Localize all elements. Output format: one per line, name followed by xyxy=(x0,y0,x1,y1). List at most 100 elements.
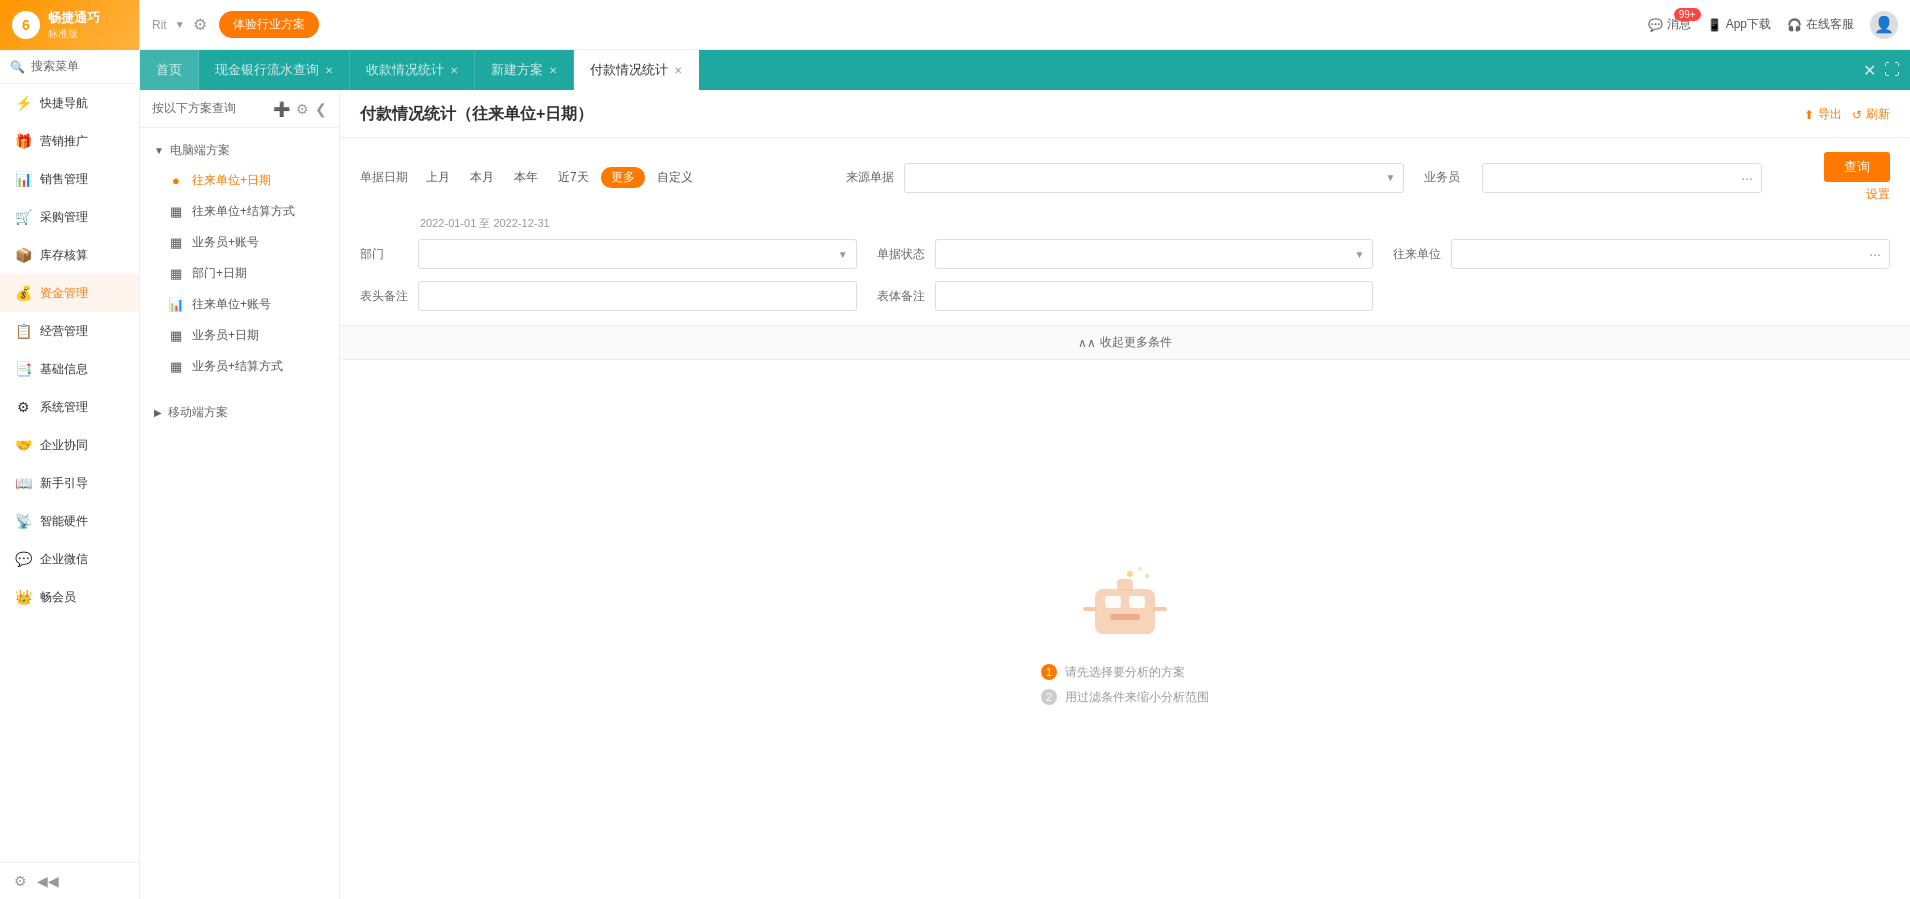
svg-rect-0 xyxy=(1095,589,1155,634)
note-body-label: 表体备注 xyxy=(877,288,927,305)
sidebar-item-sales[interactable]: 📊 销售管理 xyxy=(0,160,139,198)
tree-pc: ▼ 电脑端方案 ● 往来单位+日期 ▦ 往来单位+结算方式 ▦ 业务员+账号 ▦ xyxy=(140,128,339,390)
tree-item-staff-settle[interactable]: ▦ 业务员+结算方式 xyxy=(140,351,339,382)
plan-settings-icon[interactable]: ⚙ xyxy=(296,101,309,117)
filter-area: 单据日期 上月 本月 本年 近7天 更多 自定义 来源单据 xyxy=(340,138,1910,326)
note-body-input[interactable] xyxy=(935,281,1374,311)
avatar[interactable]: 👤 xyxy=(1870,11,1898,39)
tab-bank[interactable]: 现金银行流水查询 ✕ xyxy=(199,50,350,90)
filter-row-2: 部门 ▼ 单据状态 ▼ 往来单位 xyxy=(360,239,1890,269)
status-select[interactable]: ▼ xyxy=(935,239,1374,269)
unit-filter-label: 往来单位 xyxy=(1393,246,1443,263)
tree-item-dept-date[interactable]: ▦ 部门+日期 xyxy=(140,258,339,289)
main-area: Rit ▼ ⚙ 体验行业方案 💬 消息 99+ 📱 App下载 🎧 在线客服 👤… xyxy=(140,0,1910,899)
export-btn[interactable]: ⬆ 导出 xyxy=(1804,106,1842,123)
tree-item-unit-account[interactable]: 📊 往来单位+账号 xyxy=(140,289,339,320)
wechat-icon: 💬 xyxy=(14,550,32,568)
tab-receipt-close-icon[interactable]: ✕ xyxy=(450,65,458,76)
guide-icon: 📖 xyxy=(14,474,32,492)
staff-dots-icon[interactable]: ··· xyxy=(1741,170,1753,186)
empty-icon xyxy=(1075,554,1175,654)
sidebar-item-quick-nav[interactable]: ⚡ 快捷导航 xyxy=(0,84,139,122)
date-btn-last-month[interactable]: 上月 xyxy=(418,167,458,188)
svg-point-7 xyxy=(1127,571,1133,577)
service-icon: 🎧 xyxy=(1787,18,1802,32)
date-btn-this-year[interactable]: 本年 xyxy=(506,167,546,188)
unit-select[interactable]: ··· xyxy=(1451,239,1890,269)
hardware-icon: 📡 xyxy=(14,512,32,530)
collapse-bar[interactable]: ∧∧ 收起更多条件 xyxy=(340,326,1910,360)
sidebar-item-hardware[interactable]: 📡 智能硬件 xyxy=(0,502,139,540)
tab-home[interactable]: 首页 xyxy=(140,50,199,90)
source-select-arrow-icon: ▼ xyxy=(1385,172,1395,183)
inventory-icon: 📦 xyxy=(14,246,32,264)
tab-payment[interactable]: 付款情况统计 ✕ xyxy=(574,50,699,90)
settings-link[interactable]: 设置 xyxy=(1866,186,1890,203)
operation-icon: 📋 xyxy=(14,322,32,340)
page-title: 付款情况统计（往来单位+日期） xyxy=(360,104,593,125)
note-head-input[interactable] xyxy=(418,281,857,311)
dept-select[interactable]: ▼ xyxy=(418,239,857,269)
tab-actions: ✕ ⛶ xyxy=(1853,50,1910,90)
trial-btn[interactable]: 体验行业方案 xyxy=(219,11,319,38)
sidebar-item-system[interactable]: ⚙ 系统管理 xyxy=(0,388,139,426)
service-btn[interactable]: 🎧 在线客服 xyxy=(1787,16,1854,33)
dept-select-arrow-icon: ▼ xyxy=(838,249,848,260)
tree-item-icon-0: ● xyxy=(168,173,184,189)
sidebar-item-purchase[interactable]: 🛒 采购管理 xyxy=(0,198,139,236)
filter-group-dept: 部门 ▼ xyxy=(360,239,857,269)
date-btn-7days[interactable]: 近7天 xyxy=(550,167,597,188)
collapse-panel-icon[interactable]: ❮ xyxy=(315,101,327,117)
tab-fullscreen-icon[interactable]: ⛶ xyxy=(1884,61,1900,79)
unit-dots-icon[interactable]: ··· xyxy=(1869,246,1881,262)
sidebar-item-marketing[interactable]: 🎁 营销推广 xyxy=(0,122,139,160)
filter-group-note-head: 表头备注 xyxy=(360,281,857,311)
date-btn-this-month[interactable]: 本月 xyxy=(462,167,502,188)
tree-item-staff-date[interactable]: ▦ 业务员+日期 xyxy=(140,320,339,351)
date-btn-more[interactable]: 更多 xyxy=(601,167,645,188)
tab-payment-close-icon[interactable]: ✕ xyxy=(674,65,682,76)
topbar-settings-icon[interactable]: ⚙ xyxy=(193,15,207,34)
sidebar-item-operation[interactable]: 📋 经营管理 xyxy=(0,312,139,350)
footer-settings-icon[interactable]: ⚙ xyxy=(14,873,27,889)
sidebar-item-capital[interactable]: 💰 资金管理 xyxy=(0,274,139,312)
content-area: 按以下方案查询 ➕ ⚙ ❮ ▼ 电脑端方案 ● 往来单位+日期 ▦ xyxy=(140,90,1910,899)
add-plan-icon[interactable]: ➕ xyxy=(273,101,290,117)
tab-new-plan-close-icon[interactable]: ✕ xyxy=(549,65,557,76)
tab-bank-close-icon[interactable]: ✕ xyxy=(325,65,333,76)
tab-new-plan[interactable]: 新建方案 ✕ xyxy=(475,50,574,90)
svg-rect-3 xyxy=(1110,614,1140,620)
svg-point-8 xyxy=(1138,567,1142,571)
sidebar-item-inventory[interactable]: 📦 库存核算 xyxy=(0,236,139,274)
tree-item-staff-account[interactable]: ▦ 业务员+账号 xyxy=(140,227,339,258)
tree-pc-arrow-icon: ▼ xyxy=(154,145,164,156)
tab-close-all-icon[interactable]: ✕ xyxy=(1863,61,1876,80)
note-head-label: 表头备注 xyxy=(360,288,410,305)
sidebar-item-guide[interactable]: 📖 新手引导 xyxy=(0,464,139,502)
tab-receipt[interactable]: 收款情况统计 ✕ xyxy=(350,50,475,90)
topbar: Rit ▼ ⚙ 体验行业方案 💬 消息 99+ 📱 App下载 🎧 在线客服 👤 xyxy=(140,0,1910,50)
tree-mobile-group-header[interactable]: ▶ 移动端方案 xyxy=(140,398,339,427)
basic-icon: 📑 xyxy=(14,360,32,378)
search-menu[interactable]: 🔍 搜索菜单 xyxy=(0,50,139,84)
sidebar-item-enterprise[interactable]: 🤝 企业协同 xyxy=(0,426,139,464)
message-btn[interactable]: 💬 消息 99+ xyxy=(1648,16,1691,33)
query-btn[interactable]: 查询 xyxy=(1824,152,1890,182)
filter-row-1: 单据日期 上月 本月 本年 近7天 更多 自定义 来源单据 xyxy=(360,152,1890,203)
tree-pc-group-header[interactable]: ▼ 电脑端方案 xyxy=(140,136,339,165)
tree-item-unit-settle[interactable]: ▦ 往来单位+结算方式 xyxy=(140,196,339,227)
sidebar-item-wechat[interactable]: 💬 企业微信 xyxy=(0,540,139,578)
app-icon: 📱 xyxy=(1707,18,1722,32)
refresh-btn[interactable]: ↺ 刷新 xyxy=(1852,106,1890,123)
footer-collapse-icon[interactable]: ◀◀ xyxy=(37,873,59,889)
filter-group-unit: 往来单位 ··· xyxy=(1393,239,1890,269)
sidebar-item-member[interactable]: 👑 畅会员 xyxy=(0,578,139,616)
date-btn-custom[interactable]: 自定义 xyxy=(649,167,701,188)
source-select[interactable]: ▼ xyxy=(904,163,1405,193)
sidebar-item-basic[interactable]: 📑 基础信息 xyxy=(0,350,139,388)
enterprise-icon: 🤝 xyxy=(14,436,32,454)
staff-select[interactable]: ··· xyxy=(1482,163,1762,193)
app-download-btn[interactable]: 📱 App下载 xyxy=(1707,16,1771,33)
message-icon: 💬 xyxy=(1648,18,1663,32)
tree-item-unit-date[interactable]: ● 往来单位+日期 xyxy=(140,165,339,196)
